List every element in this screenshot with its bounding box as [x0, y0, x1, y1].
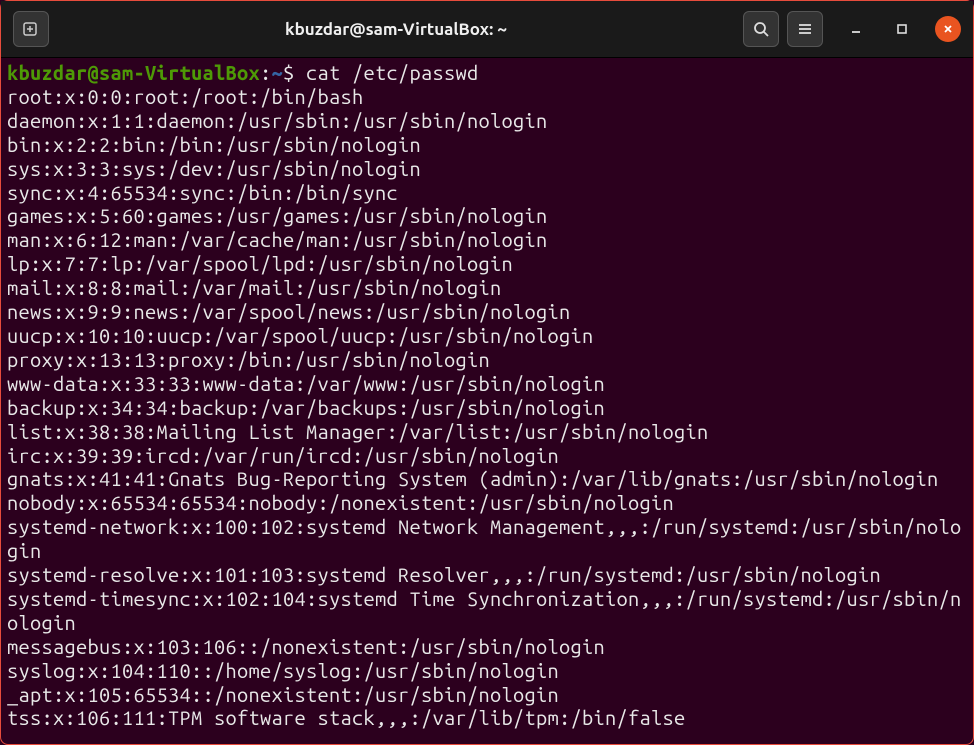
terminal-body[interactable]: kbuzdar@sam-VirtualBox:~$ cat /etc/passw…: [1, 58, 973, 733]
output-line: systemd-resolve:x:101:103:systemd Resolv…: [7, 563, 967, 587]
prompt-at: @: [88, 61, 100, 84]
output-line: news:x:9:9:news:/var/spool/news:/usr/sbi…: [7, 300, 967, 324]
output-line: sys:x:3:3:sys:/dev:/usr/sbin/nologin: [7, 157, 967, 181]
prompt-sigil: $: [283, 61, 295, 84]
output-line: sync:x:4:65534:sync:/bin:/bin/sync: [7, 181, 967, 205]
output-line: man:x:6:12:man:/var/cache/man:/usr/sbin/…: [7, 228, 967, 252]
prompt-path: ~: [272, 61, 284, 84]
close-icon: [942, 23, 954, 35]
output-line: mail:x:8:8:mail:/var/mail:/usr/sbin/nolo…: [7, 276, 967, 300]
output-line: backup:x:34:34:backup:/var/backups:/usr/…: [7, 396, 967, 420]
output-line: list:x:38:38:Mailing List Manager:/var/l…: [7, 420, 967, 444]
window-title: kbuzdar@sam-VirtualBox: ~: [57, 20, 735, 39]
maximize-icon: [896, 23, 908, 35]
output-line: nobody:x:65534:65534:nobody:/nonexistent…: [7, 491, 967, 515]
maximize-button[interactable]: [889, 16, 915, 42]
new-tab-button[interactable]: [13, 11, 49, 47]
output-line: lp:x:7:7:lp:/var/spool/lpd:/usr/sbin/nol…: [7, 252, 967, 276]
output-line: systemd-network:x:100:102:systemd Networ…: [7, 515, 967, 563]
search-button[interactable]: [743, 11, 779, 47]
output-line: systemd-timesync:x:102:104:systemd Time …: [7, 587, 967, 635]
output-line: www-data:x:33:33:www-data:/var/www:/usr/…: [7, 372, 967, 396]
output-line: syslog:x:104:110::/home/syslog:/usr/sbin…: [7, 659, 967, 683]
prompt-user: kbuzdar: [7, 61, 88, 84]
output-line: daemon:x:1:1:daemon:/usr/sbin:/usr/sbin/…: [7, 109, 967, 133]
output-line: messagebus:x:103:106::/nonexistent:/usr/…: [7, 635, 967, 659]
terminal-output: root:x:0:0:root:/root:/bin/bashdaemon:x:…: [7, 85, 967, 730]
minimize-icon: [850, 23, 862, 35]
output-line: uucp:x:10:10:uucp:/var/spool/uucp:/usr/s…: [7, 324, 967, 348]
search-icon: [753, 21, 769, 37]
command-text: cat /etc/passwd: [306, 61, 479, 84]
titlebar: kbuzdar@sam-VirtualBox: ~: [1, 1, 973, 58]
output-line: proxy:x:13:13:proxy:/bin:/usr/sbin/nolog…: [7, 348, 967, 372]
output-line: gnats:x:41:41:Gnats Bug-Reporting System…: [7, 467, 967, 491]
output-line: bin:x:2:2:bin:/bin:/usr/sbin/nologin: [7, 133, 967, 157]
output-line: tss:x:106:111:TPM software stack,,,:/var…: [7, 706, 967, 730]
minimize-button[interactable]: [843, 16, 869, 42]
output-line: irc:x:39:39:ircd:/var/run/ircd:/usr/sbin…: [7, 444, 967, 468]
output-line: games:x:5:60:games:/usr/games:/usr/sbin/…: [7, 204, 967, 228]
hamburger-icon: [797, 21, 813, 37]
prompt-colon: :: [260, 61, 272, 84]
output-line: _apt:x:105:65534::/nonexistent:/usr/sbin…: [7, 683, 967, 707]
output-line: root:x:0:0:root:/root:/bin/bash: [7, 85, 967, 109]
new-tab-icon: [22, 20, 40, 38]
menu-button[interactable]: [787, 11, 823, 47]
prompt-host: sam-VirtualBox: [99, 61, 260, 84]
prompt-line: kbuzdar@sam-VirtualBox:~$ cat /etc/passw…: [7, 61, 967, 85]
close-button[interactable]: [935, 16, 961, 42]
